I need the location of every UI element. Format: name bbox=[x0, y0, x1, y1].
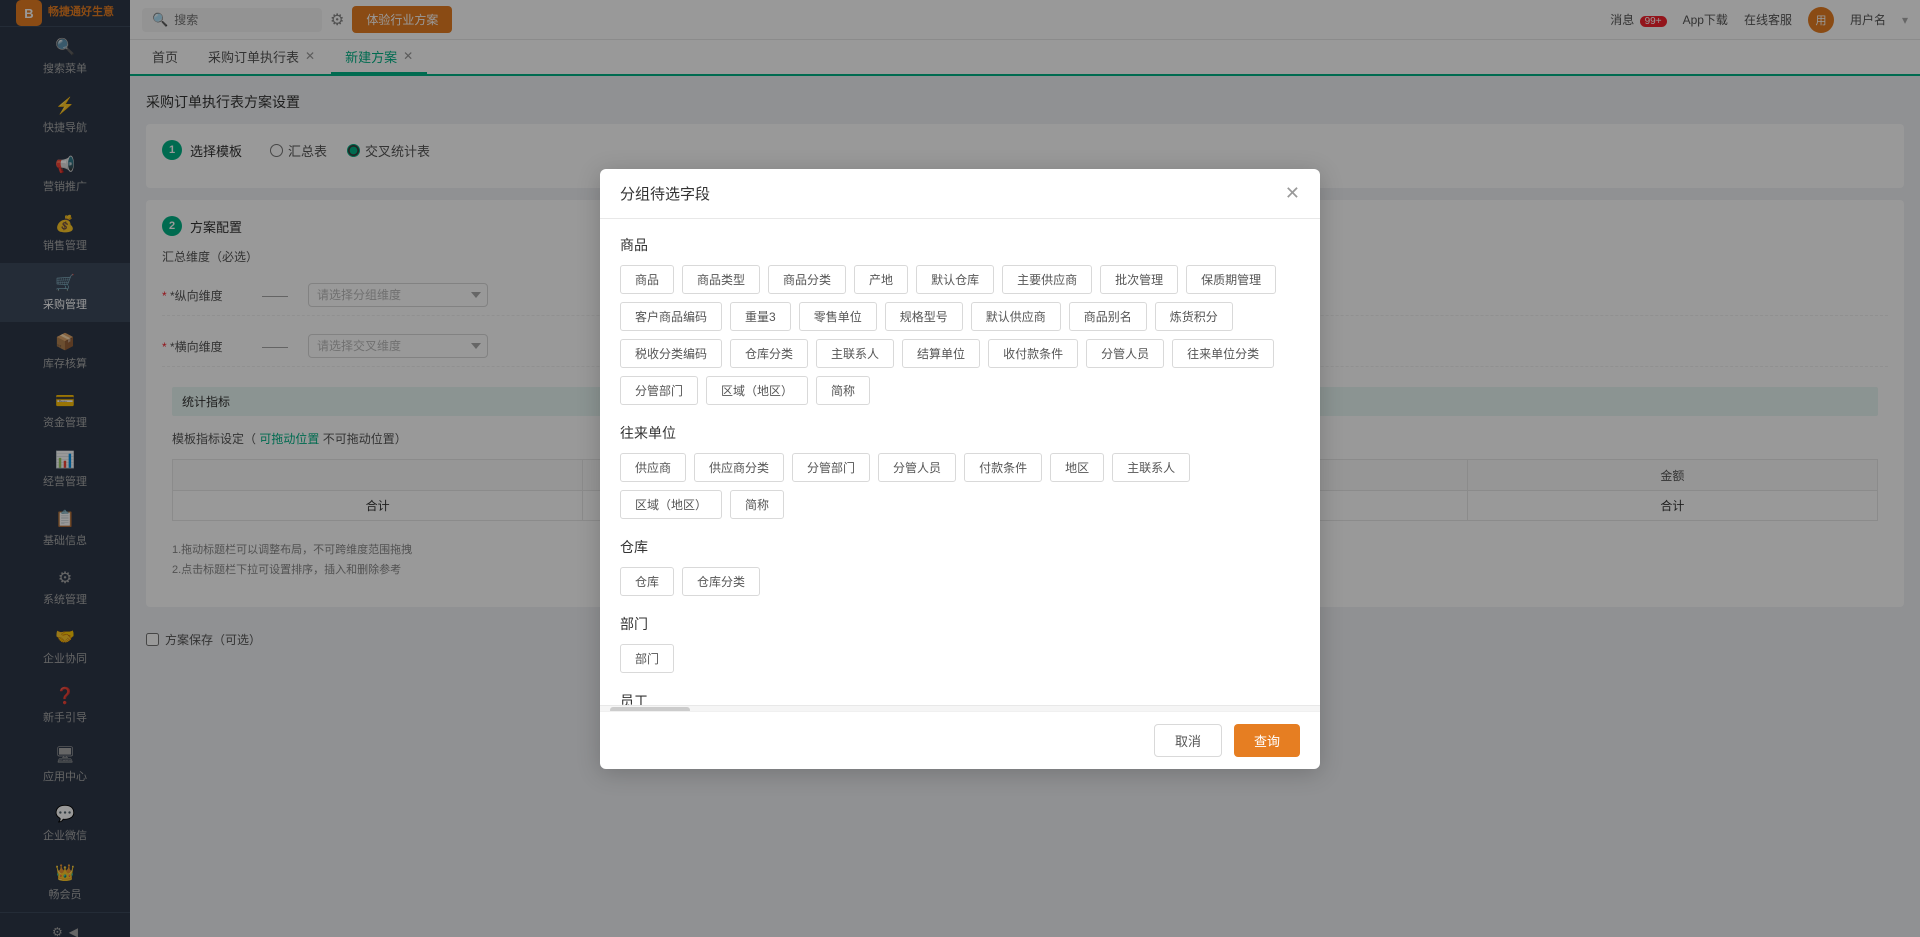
field-tag[interactable]: 默认供应商 bbox=[971, 302, 1061, 331]
field-tag[interactable]: 零售单位 bbox=[799, 302, 877, 331]
modal-hscroll-thumb[interactable] bbox=[610, 707, 690, 711]
partner-field-tags: 供应商 供应商分类 分管部门 分管人员 付款条件 地区 主联系人 区域（地区） … bbox=[620, 453, 1300, 519]
product-field-tags: 商品 商品类型 商品分类 产地 默认仓库 主要供应商 批次管理 保质期管理 客户… bbox=[620, 265, 1300, 405]
field-tag[interactable]: 供应商 bbox=[620, 453, 686, 482]
modal-hscroll bbox=[600, 705, 1320, 711]
field-tag[interactable]: 炼货积分 bbox=[1155, 302, 1233, 331]
field-tag[interactable]: 付款条件 bbox=[964, 453, 1042, 482]
field-group-product: 商品 商品 商品类型 商品分类 产地 默认仓库 主要供应商 批次管理 保质期管理… bbox=[620, 235, 1300, 405]
field-group-partner: 往来单位 供应商 供应商分类 分管部门 分管人员 付款条件 地区 主联系人 区域… bbox=[620, 423, 1300, 519]
field-group-title-partner: 往来单位 bbox=[620, 423, 1300, 443]
field-tag[interactable]: 商品 bbox=[620, 265, 674, 294]
modal-header: 分组待选字段 ✕ bbox=[600, 169, 1320, 219]
field-group-title-warehouse: 仓库 bbox=[620, 537, 1300, 557]
field-tag[interactable]: 仓库分类 bbox=[730, 339, 808, 368]
field-group-staff: 员工 业务员 bbox=[620, 691, 1300, 705]
field-tag[interactable]: 供应商分类 bbox=[694, 453, 784, 482]
field-tag[interactable]: 主联系人 bbox=[816, 339, 894, 368]
field-group-dept: 部门 部门 bbox=[620, 614, 1300, 673]
field-tag[interactable]: 往来单位分类 bbox=[1172, 339, 1274, 368]
field-tag[interactable]: 仓库分类 bbox=[682, 567, 760, 596]
modal-body: 商品 商品 商品类型 商品分类 产地 默认仓库 主要供应商 批次管理 保质期管理… bbox=[600, 219, 1320, 705]
field-tag[interactable]: 税收分类编码 bbox=[620, 339, 722, 368]
field-tag[interactable]: 保质期管理 bbox=[1186, 265, 1276, 294]
field-tag[interactable]: 商品别名 bbox=[1069, 302, 1147, 331]
field-tag[interactable]: 简称 bbox=[730, 490, 784, 519]
modal-title: 分组待选字段 bbox=[620, 183, 710, 204]
field-group-title-product: 商品 bbox=[620, 235, 1300, 255]
field-tag[interactable]: 分管人员 bbox=[878, 453, 956, 482]
field-tag[interactable]: 分管部门 bbox=[620, 376, 698, 405]
field-tag[interactable]: 地区 bbox=[1050, 453, 1104, 482]
field-tag[interactable]: 商品分类 bbox=[768, 265, 846, 294]
cancel-button[interactable]: 取消 bbox=[1154, 724, 1222, 757]
modal-close-btn[interactable]: ✕ bbox=[1285, 183, 1300, 204]
field-tag[interactable]: 结算单位 bbox=[902, 339, 980, 368]
modal-overlay: 分组待选字段 ✕ 商品 商品 商品类型 商品分类 产地 默认仓库 主要供应商 批… bbox=[0, 0, 1920, 937]
field-tag[interactable]: 分管部门 bbox=[792, 453, 870, 482]
field-tag[interactable]: 部门 bbox=[620, 644, 674, 673]
field-tag[interactable]: 重量3 bbox=[730, 302, 791, 331]
field-tag[interactable]: 区域（地区） bbox=[620, 490, 722, 519]
warehouse-field-tags: 仓库 仓库分类 bbox=[620, 567, 1300, 596]
field-tag[interactable]: 商品类型 bbox=[682, 265, 760, 294]
field-tag[interactable]: 规格型号 bbox=[885, 302, 963, 331]
field-tag[interactable]: 主要供应商 bbox=[1002, 265, 1092, 294]
modal-footer: 取消 查询 bbox=[600, 711, 1320, 769]
field-group-title-staff: 员工 bbox=[620, 691, 1300, 705]
dept-field-tags: 部门 bbox=[620, 644, 1300, 673]
field-tag[interactable]: 分管人员 bbox=[1086, 339, 1164, 368]
field-group-warehouse: 仓库 仓库 仓库分类 bbox=[620, 537, 1300, 596]
confirm-button[interactable]: 查询 bbox=[1234, 724, 1300, 757]
field-tag[interactable]: 产地 bbox=[854, 265, 908, 294]
field-group-title-dept: 部门 bbox=[620, 614, 1300, 634]
field-tag[interactable]: 默认仓库 bbox=[916, 265, 994, 294]
field-tag[interactable]: 主联系人 bbox=[1112, 453, 1190, 482]
field-tag[interactable]: 区域（地区） bbox=[706, 376, 808, 405]
field-tag[interactable]: 仓库 bbox=[620, 567, 674, 596]
field-tag[interactable]: 批次管理 bbox=[1100, 265, 1178, 294]
field-tag[interactable]: 客户商品编码 bbox=[620, 302, 722, 331]
field-tag[interactable]: 简称 bbox=[816, 376, 870, 405]
modal: 分组待选字段 ✕ 商品 商品 商品类型 商品分类 产地 默认仓库 主要供应商 批… bbox=[600, 169, 1320, 769]
field-tag[interactable]: 收付款条件 bbox=[988, 339, 1078, 368]
